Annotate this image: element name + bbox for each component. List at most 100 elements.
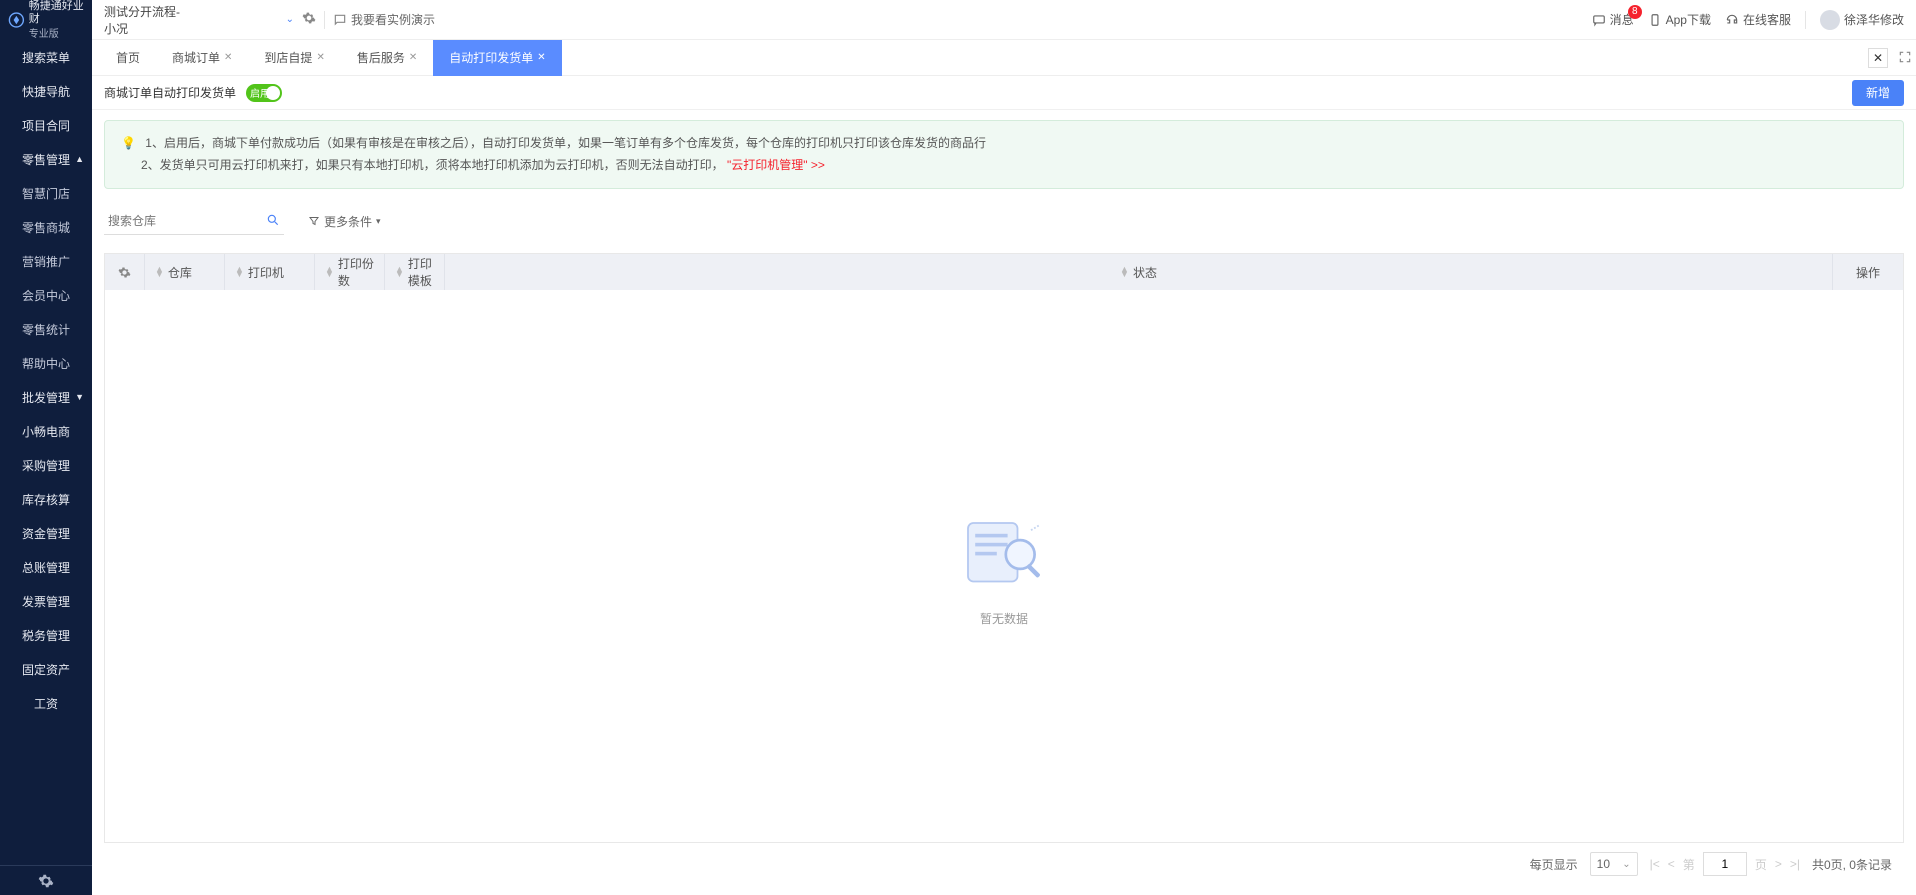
page-size-value: 10: [1597, 857, 1610, 871]
empty-state: 暂无数据: [949, 505, 1059, 627]
sidebar-item-tax[interactable]: 税务管理: [0, 618, 92, 652]
sidebar-item-funds[interactable]: 资金管理: [0, 516, 92, 550]
th-copies[interactable]: ▲▼ 打印份数: [315, 254, 385, 290]
sidebar-item-invoice[interactable]: 发票管理: [0, 584, 92, 618]
org-settings-button[interactable]: [302, 11, 316, 28]
sidebar-sub-marketing[interactable]: 营销推广: [0, 244, 92, 278]
page-size-select[interactable]: 10 ⌄: [1590, 852, 1638, 876]
sidebar-item-project[interactable]: 项目合同: [0, 108, 92, 142]
sidebar-item-label: 采购管理: [22, 457, 70, 474]
divider: [1805, 11, 1806, 29]
sort-icon[interactable]: ▲▼: [235, 267, 244, 278]
sidebar-item-wholesale[interactable]: 批发管理▼: [0, 380, 92, 414]
tab-label: 售后服务: [357, 49, 405, 66]
th-printer[interactable]: ▲▼ 打印机: [225, 254, 315, 290]
page-input[interactable]: [1703, 852, 1747, 876]
chevron-down-icon: ▾: [376, 216, 381, 227]
prev-page-button[interactable]: <: [1668, 857, 1675, 871]
user-name: 徐泽华修改: [1844, 11, 1904, 28]
gear-icon: [302, 11, 316, 25]
support-button[interactable]: 在线客服: [1725, 11, 1791, 28]
filter-icon: [308, 215, 320, 227]
sidebar-settings[interactable]: [0, 865, 92, 895]
close-icon[interactable]: ✕: [537, 52, 545, 63]
sort-icon[interactable]: ▲▼: [325, 267, 334, 278]
chevron-up-icon: ▲: [75, 154, 84, 164]
tab-label: 商城订单: [172, 49, 220, 66]
tab-mall-orders[interactable]: 商城订单 ✕: [156, 40, 248, 76]
tab-home[interactable]: 首页: [100, 40, 156, 76]
sidebar-sub-smartstore[interactable]: 智慧门店: [0, 176, 92, 210]
last-page-button[interactable]: >|: [1790, 857, 1800, 871]
close-icon[interactable]: ✕: [316, 52, 324, 63]
logo-area: 畅捷通好业财 专业版: [0, 0, 92, 40]
messages-button[interactable]: 消息 8: [1592, 11, 1634, 28]
sidebar-item-label: 项目合同: [22, 117, 70, 134]
chevron-down-icon: ⌄: [286, 14, 294, 25]
sidebar-sub-mall[interactable]: 零售商城: [0, 210, 92, 244]
mobile-icon: [1648, 13, 1662, 27]
gear-icon: [38, 873, 54, 889]
search-icon[interactable]: [266, 213, 280, 230]
th-warehouse[interactable]: ▲▼仓库: [145, 254, 225, 290]
sidebar-sub-stats[interactable]: 零售统计: [0, 312, 92, 346]
enable-toggle[interactable]: 启用: [246, 84, 282, 102]
sidebar-item-purchase[interactable]: 采购管理: [0, 448, 92, 482]
warehouse-search-input[interactable]: [104, 207, 284, 235]
info-line2: 2、发货单只可用云打印机来打，如果只有本地打印机，须将本地打印机添加为云打印机，…: [141, 158, 724, 172]
table-body: 暂无数据: [105, 290, 1903, 842]
user-menu[interactable]: 徐泽华修改: [1820, 10, 1904, 30]
org-dropdown[interactable]: 测试分开流程-小况 ⌄: [104, 3, 294, 37]
tab-autoprint[interactable]: 自动打印发货单 ✕: [433, 40, 561, 76]
th-status[interactable]: ▲▼状态: [445, 254, 1833, 290]
sort-icon[interactable]: ▲▼: [395, 267, 404, 278]
close-icon[interactable]: ✕: [409, 52, 417, 63]
sidebar-item-assets[interactable]: 固定资产: [0, 652, 92, 686]
cloud-printer-link[interactable]: "云打印机管理" >>: [727, 158, 825, 172]
add-button[interactable]: 新增: [1852, 80, 1904, 106]
sort-icon[interactable]: ▲▼: [1120, 267, 1129, 278]
sidebar-search[interactable]: 搜索菜单: [0, 40, 92, 74]
sidebar-item-label: 税务管理: [22, 627, 70, 644]
content: 💡 1、启用后，商城下单付款成功后（如果有审核是在审核之后），自动打印发货单，如…: [92, 110, 1916, 895]
sidebar-item-ledger[interactable]: 总账管理: [0, 550, 92, 584]
more-filters-button[interactable]: 更多条件 ▾: [308, 213, 381, 230]
org-name: 测试分开流程-小况: [104, 3, 186, 37]
tab-label: 到店自提: [264, 49, 312, 66]
chevron-down-icon: ▼: [75, 392, 84, 402]
demo-link[interactable]: 我要看实例演示: [333, 11, 435, 28]
th-label: 打印份数: [338, 255, 374, 289]
tab-label: 自动打印发货单: [449, 49, 533, 66]
table: ▲▼仓库 ▲▼打印机 ▲▼打印份数 ▲▼打印模板 ▲▼状态 操作: [104, 253, 1904, 843]
brand-logo-icon: [8, 10, 25, 30]
sort-icon[interactable]: ▲▼: [155, 267, 164, 278]
headset-icon: [1725, 13, 1739, 27]
support-label: 在线客服: [1743, 11, 1791, 28]
sidebar-item-salary[interactable]: 工资: [0, 686, 92, 720]
app-download-button[interactable]: App下载: [1648, 11, 1711, 28]
sidebar-item-ecom[interactable]: 小畅电商: [0, 414, 92, 448]
fullscreen-button[interactable]: [1898, 50, 1912, 67]
th-template[interactable]: ▲▼打印模板: [385, 254, 445, 290]
sidebar-item-label: 总账管理: [22, 559, 70, 576]
sidebar-item-retail[interactable]: 零售管理▲: [0, 142, 92, 176]
sidebar-sub-help[interactable]: 帮助中心: [0, 346, 92, 380]
first-page-button[interactable]: |<: [1650, 857, 1660, 871]
sidebar-item-label: 固定资产: [22, 661, 70, 678]
subheader-title: 商城订单自动打印发货单: [104, 84, 236, 101]
th-settings[interactable]: [105, 254, 145, 290]
tab-aftersale[interactable]: 售后服务 ✕: [341, 40, 433, 76]
sidebar-sub-member[interactable]: 会员中心: [0, 278, 92, 312]
messages-badge: 8: [1628, 5, 1642, 19]
tab-label: 首页: [116, 49, 140, 66]
sidebar-item-label: 库存核算: [22, 491, 70, 508]
th-label: 打印机: [248, 264, 284, 281]
close-icon[interactable]: ✕: [224, 52, 232, 63]
next-page-button[interactable]: >: [1775, 857, 1782, 871]
speech-icon: [333, 13, 347, 27]
tab-pickup[interactable]: 到店自提 ✕: [248, 40, 340, 76]
sidebar-item-inventory[interactable]: 库存核算: [0, 482, 92, 516]
sidebar-quicknav[interactable]: 快捷导航: [0, 74, 92, 108]
tabs-overflow-button[interactable]: ✕: [1868, 48, 1888, 68]
demo-link-label: 我要看实例演示: [351, 11, 435, 28]
